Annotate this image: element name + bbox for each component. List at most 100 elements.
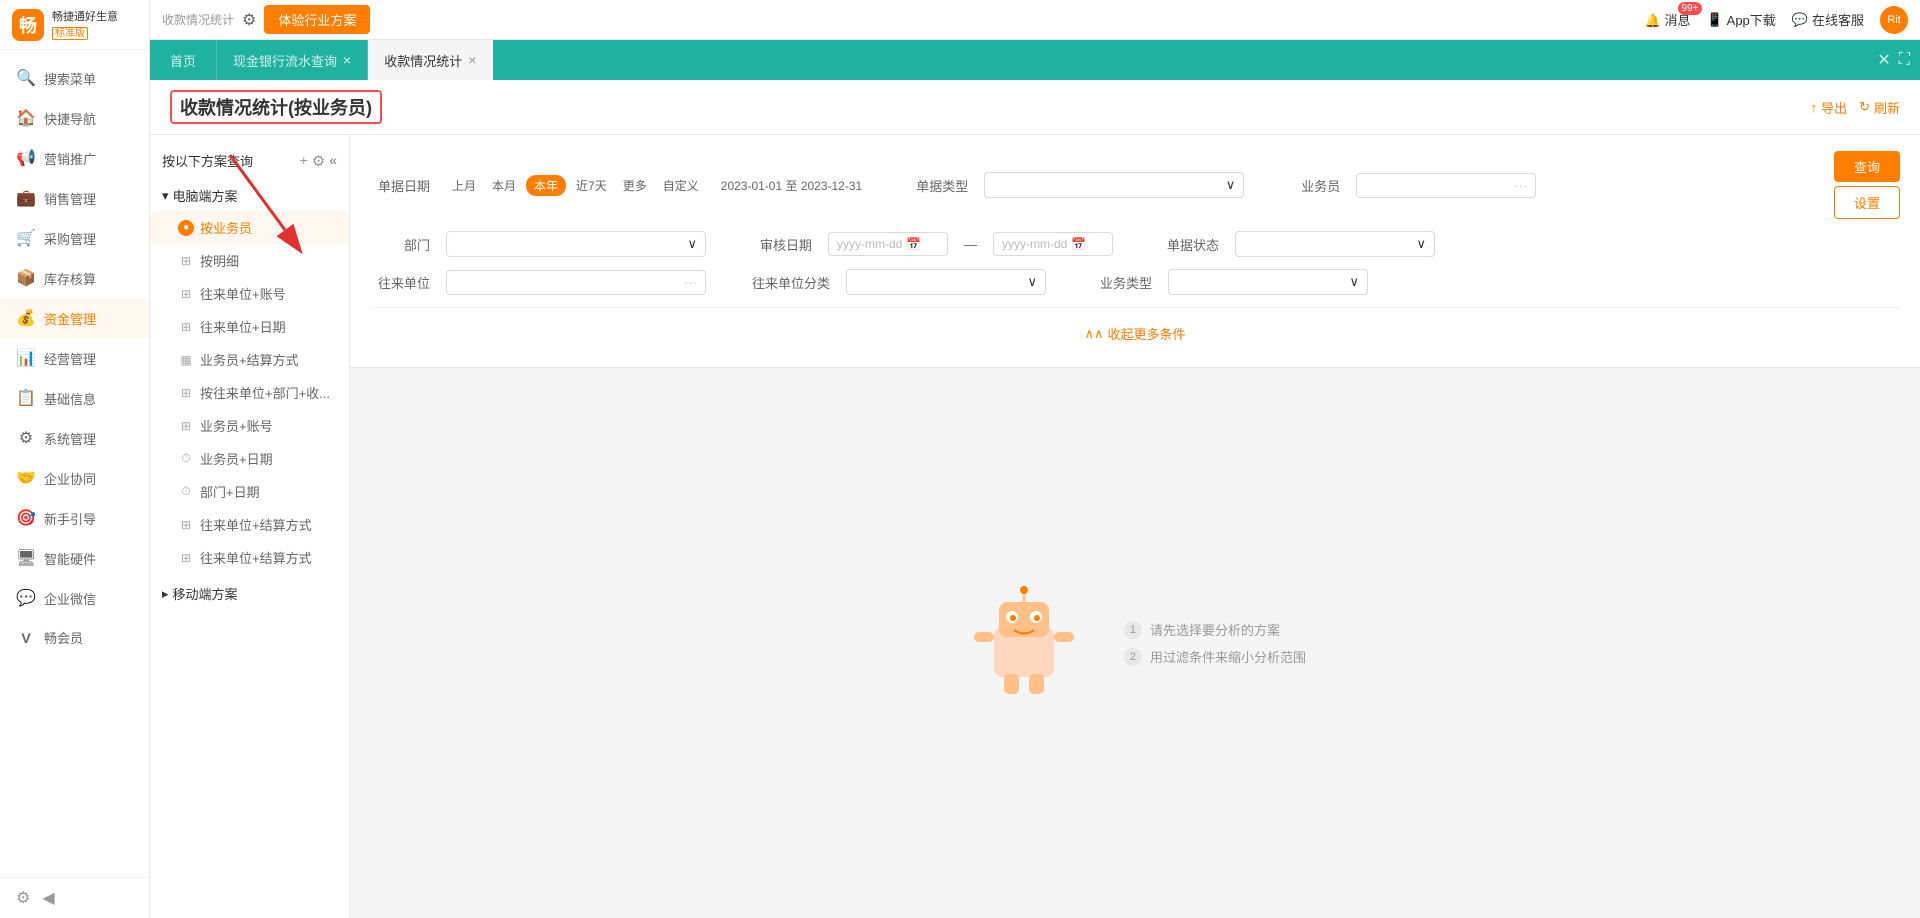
doc-status-select[interactable]: ∨ [1235, 231, 1435, 257]
sidebar-item-basic[interactable]: 📋 基础信息 [0, 378, 149, 418]
export-button[interactable]: ↑ 导出 [1811, 98, 1848, 117]
scheme-item-label: 业务员+账号 [200, 416, 273, 435]
sidebar-item-search-menu[interactable]: 🔍 搜索菜单 [0, 58, 149, 98]
user-avatar[interactable]: Rit [1880, 6, 1908, 34]
sidebar-item-guide[interactable]: 🎯 新手引导 [0, 498, 149, 538]
sidebar-item-label: 经营管理 [44, 349, 96, 368]
partner-select[interactable]: ··· [446, 270, 706, 295]
scheme-item-label: 往来单位+日期 [200, 317, 286, 336]
scheme-item-detail[interactable]: ⊞ 按明细 [150, 244, 349, 277]
sidebar-item-hardware[interactable]: 🖥 智能硬件 [0, 538, 149, 578]
tab-bar: 首页 现金银行流水查询 × 收款情况统计 × ✕ ⛶ [150, 40, 1920, 80]
scheme-item-salesperson-account[interactable]: ⊞ 业务员+账号 [150, 409, 349, 442]
date-tab-last-month[interactable]: 上月 [446, 175, 482, 196]
scheme-item-label: 往来单位+账号 [200, 284, 286, 303]
tab-collection-stats-label: 收款情况统计 [384, 51, 462, 70]
chevron-down-icon: ▾ [162, 188, 169, 204]
tab-bank-flow[interactable]: 现金银行流水查询 × [217, 40, 368, 80]
scheme-add-icon[interactable]: + [300, 152, 308, 170]
partner-category-select[interactable]: ∨ [846, 269, 1046, 295]
date-tab-custom[interactable]: 自定义 [657, 175, 705, 196]
sidebar-item-label: 快捷导航 [44, 109, 96, 128]
filter-area: 单据日期 上月 本月 本年 近7天 更多 自定义 2023-01-01 至 20… [350, 135, 1920, 368]
collapse-sidebar-icon[interactable]: ◀ [42, 888, 54, 908]
refresh-button[interactable]: ↻ 刷新 [1859, 98, 1900, 117]
scheme-item-salesperson-settlement[interactable]: ▦ 业务员+结算方式 [150, 343, 349, 376]
tab-maximize-icon[interactable]: ⛶ [1899, 51, 1910, 69]
sidebar-item-corp[interactable]: 🤝 企业协同 [0, 458, 149, 498]
marketing-icon: 📢 [16, 148, 36, 168]
scheme-group-mobile-label: 移动端方案 [173, 584, 238, 603]
doc-type-select[interactable]: ∨ [984, 172, 1244, 198]
sidebar-item-marketing[interactable]: 📢 营销推广 [0, 138, 149, 178]
scheme-item-partner-dept[interactable]: ⊞ 按往来单位+部门+收... [150, 376, 349, 409]
sidebar-item-quick-nav[interactable]: 🏠 快捷导航 [0, 98, 149, 138]
collapse-icon: ∧∧ [1084, 326, 1103, 342]
scheme-item-salesperson-date[interactable]: ⏱ 业务员+日期 [150, 442, 349, 475]
partner-label: 往来单位 [370, 273, 430, 292]
scheme-item-salesperson[interactable]: ● 按业务员 [150, 211, 349, 244]
scheme-item-partner-account[interactable]: ⊞ 往来单位+账号 [150, 277, 349, 310]
scheme-grid-icon: ⊞ [178, 253, 194, 269]
export-label: 导出 [1821, 98, 1847, 117]
date-tab-more[interactable]: 更多 [617, 175, 653, 196]
trial-button[interactable]: 体验行业方案 [264, 5, 370, 34]
tip-text-1: 请先选择要分析的方案 [1150, 620, 1280, 639]
sidebar-item-purchase[interactable]: 🛒 采购管理 [0, 218, 149, 258]
sidebar-item-inventory[interactable]: 📦 库存核算 [0, 258, 149, 298]
settings-footer-icon[interactable]: ⚙ [16, 888, 30, 908]
scheme-grid-icon5: ⊞ [178, 418, 194, 434]
notification-bell[interactable]: 🔔 99+ 消息 [1645, 10, 1691, 29]
sidebar-item-operations[interactable]: 📊 经营管理 [0, 338, 149, 378]
scheme-group-title-desktop[interactable]: ▾ 电脑端方案 [150, 180, 349, 211]
date-tab-this-year[interactable]: 本年 [526, 175, 566, 196]
refresh-icon: ↻ [1859, 99, 1870, 115]
scheme-item-partner-date[interactable]: ⊞ 往来单位+日期 [150, 310, 349, 343]
sidebar-item-label: 新手引导 [44, 509, 96, 528]
review-date-start[interactable]: yyyy-mm-dd 📅 [828, 232, 948, 256]
scheme-item-dept-date[interactable]: ⏱ 部门+日期 [150, 475, 349, 508]
settings-button[interactable]: 设置 [1834, 186, 1900, 219]
online-service-btn[interactable]: 💬 在线客服 [1792, 10, 1864, 29]
scheme-group-label: 电脑端方案 [173, 186, 238, 205]
guide-icon: 🎯 [16, 508, 36, 528]
scheme-grid-icon3: ⊞ [178, 319, 194, 335]
sidebar-item-finance[interactable]: 💰 资金管理 [0, 298, 149, 338]
date-tab-7days[interactable]: 近7天 [570, 175, 613, 196]
sidebar-item-wechat[interactable]: 💬 企业微信 [0, 578, 149, 618]
tab-close-window-icon[interactable]: ✕ [1877, 50, 1890, 70]
partner-category-dropdown-icon: ∨ [1028, 274, 1038, 290]
collapse-label: 收起更多条件 [1108, 324, 1186, 343]
query-button[interactable]: 查询 [1834, 151, 1900, 182]
collapse-button[interactable]: ∧∧ 收起更多条件 [1076, 316, 1193, 351]
service-icon: 💬 [1792, 12, 1808, 28]
sidebar-item-member[interactable]: V 畅会员 [0, 618, 149, 657]
tab-bank-flow-close[interactable]: × [343, 52, 351, 68]
review-date-end[interactable]: yyyy-mm-dd 📅 [993, 232, 1113, 256]
biz-type-select[interactable]: ∨ [1168, 269, 1368, 295]
header-settings-icon[interactable]: ⚙ [242, 10, 256, 30]
header-left: 收款情况统计 ⚙ 体验行业方案 [162, 5, 1645, 34]
scheme-item-partner-settlement1[interactable]: ⊞ 往来单位+结算方式 [150, 508, 349, 541]
tab-home[interactable]: 首页 [150, 40, 217, 80]
tab-collection-stats[interactable]: 收款情况统计 × [368, 40, 493, 80]
salesperson-select[interactable]: ··· [1356, 173, 1536, 198]
scheme-item-partner-settlement2[interactable]: ⊞ 往来单位+结算方式 [150, 541, 349, 574]
dept-select[interactable]: ∨ [446, 231, 706, 257]
tab-collection-stats-close[interactable]: × [468, 52, 476, 68]
scheme-group-title-mobile[interactable]: ▸ 移动端方案 [150, 578, 349, 609]
scheme-collapse-icon[interactable]: « [329, 152, 337, 170]
sidebar-item-label: 资金管理 [44, 309, 96, 328]
date-tab-this-month[interactable]: 本月 [486, 175, 522, 196]
online-service-label: 在线客服 [1812, 10, 1864, 29]
page-title-bar: 收款情况统计(按业务员) ↑ 导出 ↻ 刷新 [150, 80, 1920, 135]
partner-category-label: 往来单位分类 [752, 273, 830, 292]
sidebar-item-sales[interactable]: 💼 销售管理 [0, 178, 149, 218]
scheme-header-title: 按以下方案查询 [162, 151, 294, 170]
app-download-btn[interactable]: 📱 App下载 [1706, 10, 1775, 29]
tab-home-label: 首页 [170, 51, 196, 70]
sidebar-item-label: 企业微信 [44, 589, 96, 608]
scheme-group-desktop: ▾ 电脑端方案 ● 按业务员 ⊞ 按明细 ⊞ 往来单位+账号 ⊞ 往来单位+ [150, 180, 349, 574]
sidebar-item-system[interactable]: ⚙ 系统管理 [0, 418, 149, 458]
scheme-settings-icon[interactable]: ⚙ [312, 152, 325, 170]
